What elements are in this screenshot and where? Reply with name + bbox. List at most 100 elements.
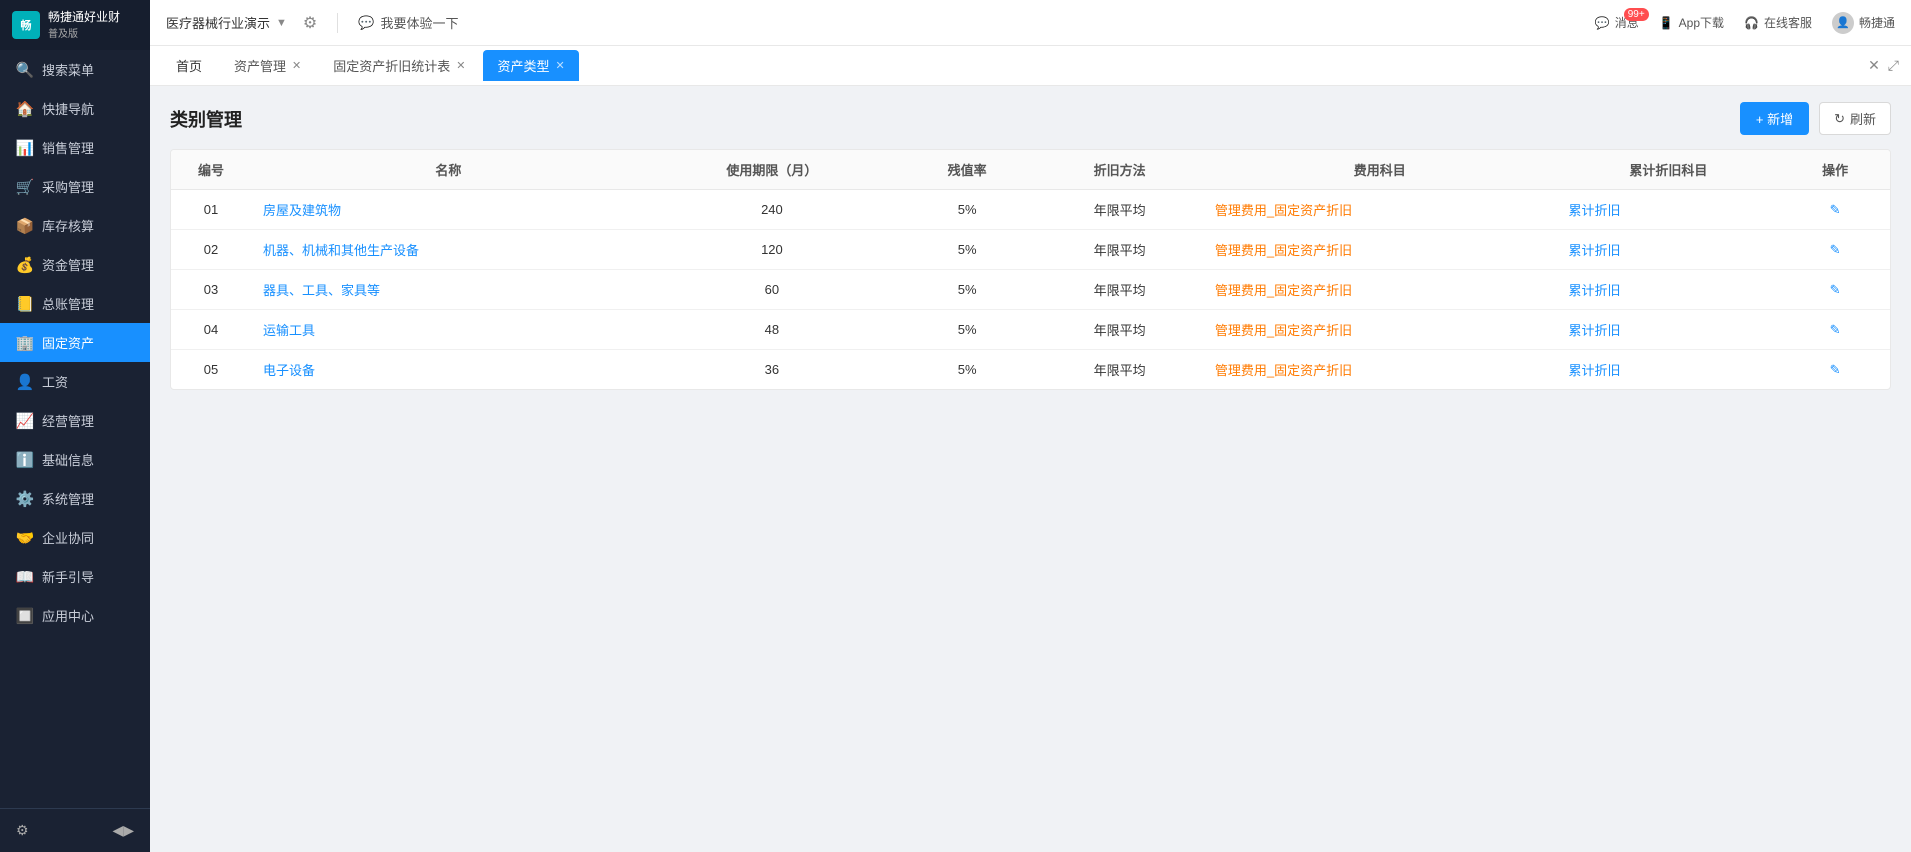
edit-icon[interactable]: ✎ [1830,362,1841,377]
purchase-icon: 🛒 [16,178,34,196]
cell-id: 04 [171,310,251,350]
tabbar-actions: ✕ ⤢ [1868,57,1899,74]
tab-asset-type-close[interactable]: ✕ [556,59,565,72]
sidebar-item-fixed-assets[interactable]: 🏢 固定资产 [0,323,150,362]
tab-expand-icon[interactable]: ⤢ [1888,57,1899,74]
cell-name[interactable]: 房屋及建筑物 [251,190,646,230]
tab-home[interactable]: 首页 [162,50,216,81]
page-header: 类别管理 + 新增 ↻ 刷新 [170,102,1891,135]
col-months: 使用期限（月） [646,150,898,190]
edit-icon[interactable]: ✎ [1830,242,1841,257]
edit-icon[interactable]: ✎ [1830,202,1841,217]
refresh-button[interactable]: ↻ 刷新 [1819,102,1891,135]
tab-asset-management-close[interactable]: ✕ [292,59,301,72]
sidebar-item-guide[interactable]: 📖 新手引导 [0,557,150,596]
user-avatar-icon: 👤 [1832,12,1854,34]
cell-name[interactable]: 电子设备 [251,350,646,390]
sidebar-item-payroll[interactable]: 👤 工资 [0,362,150,401]
notifications-button[interactable]: 💬 消息 99+ [1595,14,1639,31]
sales-icon: 📊 [16,139,34,157]
cell-id: 03 [171,270,251,310]
cell-edit[interactable]: ✎ [1780,190,1890,230]
cell-residual: 5% [898,310,1036,350]
logo-icon: 畅 [12,11,40,39]
cell-accum-subject: 累计折旧 [1557,270,1781,310]
tab-asset-management-label: 资产管理 [234,56,286,75]
page-actions: + 新增 ↻ 刷新 [1740,102,1891,135]
table-container: 编号 名称 使用期限（月） 残值率 折旧方法 费用科目 累计折旧科目 操作 01… [170,149,1891,390]
table-row: 02 机器、机械和其他生产设备 120 5% 年限平均 管理费用_固定资产折旧 … [171,230,1890,270]
sidebar-item-label: 总账管理 [42,294,94,313]
sidebar-item-operations[interactable]: 📈 经营管理 [0,401,150,440]
sidebar-item-inventory[interactable]: 📦 库存核算 [0,206,150,245]
tab-depreciation-stats-close[interactable]: ✕ [456,59,465,72]
new-button[interactable]: + 新增 [1740,102,1809,135]
cell-fee-subject: 管理费用_固定资产折旧 [1203,270,1557,310]
search-icon: 🔍 [16,61,34,79]
notifications-icon: 💬 [1595,16,1610,30]
sidebar-item-general-ledger[interactable]: 📒 总账管理 [0,284,150,323]
sidebar-item-basic-info[interactable]: ℹ️ 基础信息 [0,440,150,479]
col-fee-subject: 费用科目 [1203,150,1557,190]
sidebar-item-label: 资金管理 [42,255,94,274]
cell-edit[interactable]: ✎ [1780,310,1890,350]
sidebar-item-label: 采购管理 [42,177,94,196]
cell-months: 120 [646,230,898,270]
cell-fee-subject: 管理费用_固定资产折旧 [1203,310,1557,350]
tabbar: 首页 资产管理 ✕ 固定资产折旧统计表 ✕ 资产类型 ✕ ✕ ⤢ [150,46,1911,86]
sidebar-item-label: 应用中心 [42,606,94,625]
table-row: 05 电子设备 36 5% 年限平均 管理费用_固定资产折旧 累计折旧 ✎ [171,350,1890,390]
customer-service-icon: 🎧 [1744,16,1759,30]
cell-residual: 5% [898,190,1036,230]
feedback-button[interactable]: 💬 我要体验一下 [358,13,458,32]
tab-close-window-icon[interactable]: ✕ [1868,57,1880,74]
content-area: 类别管理 + 新增 ↻ 刷新 编号 名称 使用期限（月） 残值率 折旧方法 [150,86,1911,852]
cell-edit[interactable]: ✎ [1780,230,1890,270]
sidebar-item-app-center[interactable]: 🔲 应用中心 [0,596,150,635]
sidebar-item-sales[interactable]: 📊 销售管理 [0,128,150,167]
tab-depreciation-stats[interactable]: 固定资产折旧统计表 ✕ [319,50,479,81]
payroll-icon: 👤 [16,373,34,391]
sidebar-item-purchase[interactable]: 🛒 采购管理 [0,167,150,206]
app-download-button[interactable]: 📱 App下载 [1659,14,1724,31]
project-settings-icon[interactable]: ⚙ [303,13,317,33]
home-icon: 🏠 [16,100,34,118]
sidebar-item-label: 系统管理 [42,489,94,508]
tab-asset-management[interactable]: 资产管理 ✕ [220,50,315,81]
settings-icon[interactable]: ⚙ [16,822,29,839]
cell-name[interactable]: 机器、机械和其他生产设备 [251,230,646,270]
cell-name[interactable]: 运输工具 [251,310,646,350]
customer-service-button[interactable]: 🎧 在线客服 [1744,14,1812,31]
sidebar-item-label: 新手引导 [42,567,94,586]
sidebar-item-system[interactable]: ⚙️ 系统管理 [0,479,150,518]
sidebar-item-label: 固定资产 [42,333,94,352]
sidebar-item-search[interactable]: 🔍 搜索菜单 [0,50,150,89]
edit-icon[interactable]: ✎ [1830,282,1841,297]
cell-residual: 5% [898,350,1036,390]
sidebar-item-label: 经营管理 [42,411,94,430]
tab-home-label: 首页 [176,56,202,75]
topbar-divider [337,13,338,33]
sidebar-item-enterprise[interactable]: 🤝 企业协同 [0,518,150,557]
sidebar-item-funds[interactable]: 💰 资金管理 [0,245,150,284]
cell-edit[interactable]: ✎ [1780,350,1890,390]
sidebar-item-quick-nav[interactable]: 🏠 快捷导航 [0,89,150,128]
project-name: 医疗器械行业演示 [166,13,270,32]
system-icon: ⚙️ [16,490,34,508]
cell-name[interactable]: 器具、工具、家具等 [251,270,646,310]
sidebar-footer: ⚙ ◀▶ [0,808,150,852]
cell-months: 36 [646,350,898,390]
sidebar-item-label: 库存核算 [42,216,94,235]
col-residual: 残值率 [898,150,1036,190]
collapse-icon[interactable]: ◀▶ [112,822,134,839]
edit-icon[interactable]: ✎ [1830,322,1841,337]
cell-residual: 5% [898,230,1036,270]
tab-asset-type[interactable]: 资产类型 ✕ [483,50,578,81]
cell-edit[interactable]: ✎ [1780,270,1890,310]
sidebar-item-label: 快捷导航 [42,99,94,118]
tab-asset-type-label: 资产类型 [497,56,549,75]
project-selector[interactable]: 医疗器械行业演示 ▼ [166,13,287,32]
col-name: 名称 [251,150,646,190]
user-profile-button[interactable]: 👤 畅捷通 [1832,12,1895,34]
basic-info-icon: ℹ️ [16,451,34,469]
